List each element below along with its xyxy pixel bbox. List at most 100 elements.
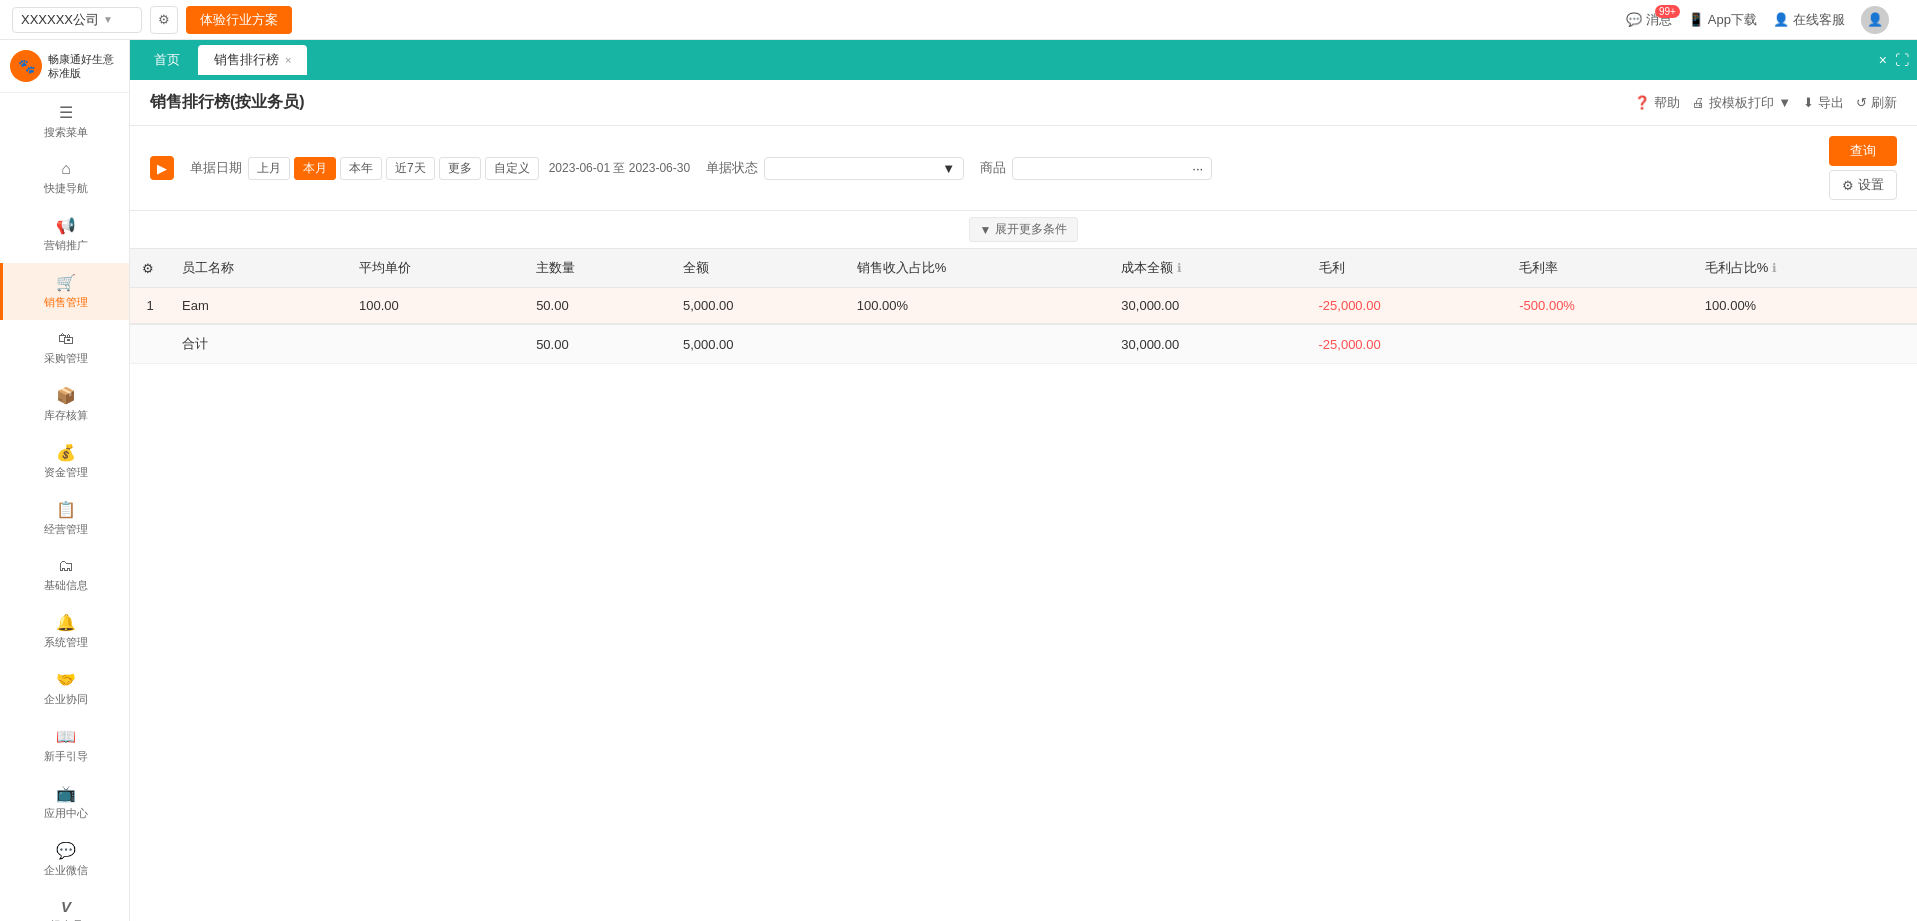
page-content: 销售排行榜(按业务员) ❓ 帮助 🖨 按模板打印 ▼ ⬇ 导出 <box>130 80 1917 921</box>
print-dropdown-icon[interactable]: ▼ <box>1778 95 1791 110</box>
filter-row: ▶ 单据日期 上月 本月 本年 近7天 更多 自定义 2023- <box>150 136 1897 200</box>
content-area: 首页 销售排行榜 × × ⛶ 销售排行榜(按业务员) ❓ 帮助 <box>130 40 1917 921</box>
sidebar-item-finance-label: 资金管理 <box>44 465 88 480</box>
export-icon: ⬇ <box>1803 95 1814 110</box>
tab-home[interactable]: 首页 <box>138 45 196 75</box>
settings-icon[interactable]: ⚙ <box>150 6 178 34</box>
print-button[interactable]: 🖨 按模板打印 ▼ <box>1692 94 1791 112</box>
sidebar-item-quick-nav-label: 快捷导航 <box>44 181 88 196</box>
cell-cost: 30,000.00 <box>1109 288 1306 325</box>
refresh-label: 刷新 <box>1871 94 1897 112</box>
sidebar-item-quick-nav[interactable]: ⌂ 快捷导航 <box>0 150 129 206</box>
custom-date-btn[interactable]: 自定义 <box>485 157 539 180</box>
gross-pct-info-icon[interactable]: ℹ <box>1772 261 1777 275</box>
system-icon: 🔔 <box>56 613 76 632</box>
sidebar-item-operation[interactable]: 📋 经营管理 <box>0 490 129 547</box>
this-year-btn[interactable]: 本年 <box>340 157 382 180</box>
more-date-btn[interactable]: 更多 <box>439 157 481 180</box>
footer-gross-rate <box>1507 324 1693 364</box>
logo-line1: 畅康通好生意 <box>48 52 114 66</box>
last-month-btn[interactable]: 上月 <box>248 157 290 180</box>
tab-close-icon[interactable]: × <box>285 54 291 66</box>
company-selector[interactable]: XXXXXX公司 ▼ <box>12 7 142 33</box>
print-icon: 🖨 <box>1692 95 1705 110</box>
app-icon: 📱 <box>1688 12 1704 27</box>
sidebar-item-finance[interactable]: 💰 资金管理 <box>0 433 129 490</box>
cell-rank: 1 <box>130 288 170 325</box>
service-label: 在线客服 <box>1793 11 1845 29</box>
logo-char: 🐾 <box>18 58 35 74</box>
sidebar-item-enterprise[interactable]: 🤝 企业协同 <box>0 660 129 717</box>
search-order-icon: ☰ <box>59 103 73 122</box>
this-month-btn[interactable]: 本月 <box>294 157 336 180</box>
sidebar-item-inventory[interactable]: 📦 库存核算 <box>0 376 129 433</box>
main-layout: 🐾 畅康通好生意 标准版 ☰ 搜索菜单 ⌂ 快捷导航 📢 营销推广 🛒 销 <box>0 40 1917 921</box>
cell-gross-pct: 100.00% <box>1693 288 1917 325</box>
tab-sales-ranking[interactable]: 销售排行榜 × <box>198 45 307 75</box>
sidebar-item-wechat-label: 企业微信 <box>44 863 88 878</box>
trial-button[interactable]: 体验行业方案 <box>186 6 292 34</box>
sidebar-item-system[interactable]: 🔔 系统管理 <box>0 603 129 660</box>
th-settings[interactable]: ⚙ <box>130 249 170 288</box>
footer-gross: -25,000.00 <box>1307 324 1508 364</box>
topbar: XXXXXX公司 ▼ ⚙ 体验行业方案 💬 消息 99+ 📱 App下载 👤 在… <box>0 0 1917 40</box>
query-button[interactable]: 查询 <box>1829 136 1897 166</box>
help-icon: ❓ <box>1634 95 1650 110</box>
footer-row: 合计 50.00 5,000.00 30,000.00 -25,000.00 <box>130 324 1917 364</box>
tab-right-controls: × ⛶ <box>1879 52 1909 68</box>
sidebar-item-member[interactable]: V 畅会员 <box>0 888 129 921</box>
footer-empty <box>130 324 170 364</box>
footer-gross-pct <box>1693 324 1917 364</box>
online-service-button[interactable]: 👤 在线客服 <box>1773 11 1845 29</box>
sidebar-item-app-center[interactable]: 📺 应用中心 <box>0 774 129 831</box>
page-title: 销售排行榜(按业务员) <box>150 92 305 113</box>
query-section: 查询 ⚙ 设置 <box>1829 136 1897 200</box>
help-label: 帮助 <box>1654 94 1680 112</box>
app-download-button[interactable]: 📱 App下载 <box>1688 11 1757 29</box>
goods-label: 商品 <box>980 159 1006 177</box>
expand-conditions-button[interactable]: ▼ 展开更多条件 <box>969 217 1079 242</box>
logo-line2: 标准版 <box>48 66 114 80</box>
cell-amount: 5,000.00 <box>671 288 845 325</box>
window-close-icon[interactable]: × <box>1879 52 1887 68</box>
export-label: 导出 <box>1818 94 1844 112</box>
logo-text: 畅康通好生意 标准版 <box>48 52 114 81</box>
message-button[interactable]: 💬 消息 99+ <box>1626 11 1672 29</box>
avatar[interactable]: 👤 <box>1861 6 1889 34</box>
service-icon: 👤 <box>1773 12 1789 27</box>
tabbar: 首页 销售排行榜 × × ⛶ <box>130 40 1917 80</box>
sidebar-item-search-order[interactable]: ☰ 搜索菜单 <box>0 93 129 150</box>
7days-btn[interactable]: 近7天 <box>386 157 435 180</box>
window-maximize-icon[interactable]: ⛶ <box>1895 52 1909 68</box>
sidebar-item-purchase[interactable]: 🛍 采购管理 <box>0 320 129 376</box>
marketing-icon: 📢 <box>56 216 76 235</box>
th-cost: 成本全额 ℹ <box>1109 249 1306 288</box>
filter-collapse-icon[interactable]: ▶ <box>150 156 174 180</box>
topbar-right: 💬 消息 99+ 📱 App下载 👤 在线客服 👤 <box>1626 6 1905 34</box>
refresh-icon: ↺ <box>1856 95 1867 110</box>
app-label: App下载 <box>1708 11 1757 29</box>
sidebar-item-base-info-label: 基础信息 <box>44 578 88 593</box>
cost-info-icon[interactable]: ℹ <box>1177 261 1182 275</box>
sidebar-item-enterprise-label: 企业协同 <box>44 692 88 707</box>
status-select[interactable]: ▼ <box>764 157 964 180</box>
sidebar-item-base-info[interactable]: 🗂 基础信息 <box>0 547 129 603</box>
logo-area: 🐾 畅康通好生意 标准版 <box>0 40 129 93</box>
goods-select[interactable]: ··· <box>1012 157 1212 180</box>
export-button[interactable]: ⬇ 导出 <box>1803 94 1844 112</box>
th-avg-price: 平均单价 <box>347 249 524 288</box>
sidebar-item-sales[interactable]: 🛒 销售管理 <box>0 263 129 320</box>
refresh-button[interactable]: ↺ 刷新 <box>1856 94 1897 112</box>
date-label: 单据日期 <box>190 159 242 177</box>
message-badge: 99+ <box>1655 5 1680 18</box>
sidebar-item-inventory-label: 库存核算 <box>44 408 88 423</box>
sidebar-item-marketing[interactable]: 📢 营销推广 <box>0 206 129 263</box>
setting-button[interactable]: ⚙ 设置 <box>1829 170 1897 200</box>
sidebar-item-guide[interactable]: 📖 新手引导 <box>0 717 129 774</box>
app-center-icon: 📺 <box>56 784 76 803</box>
cell-sales-pct: 100.00% <box>845 288 1110 325</box>
expand-row: ▼ 展开更多条件 <box>130 211 1917 249</box>
help-button[interactable]: ❓ 帮助 <box>1634 94 1680 112</box>
status-filter: 单据状态 ▼ <box>706 157 964 180</box>
sidebar-item-wechat[interactable]: 💬 企业微信 <box>0 831 129 888</box>
